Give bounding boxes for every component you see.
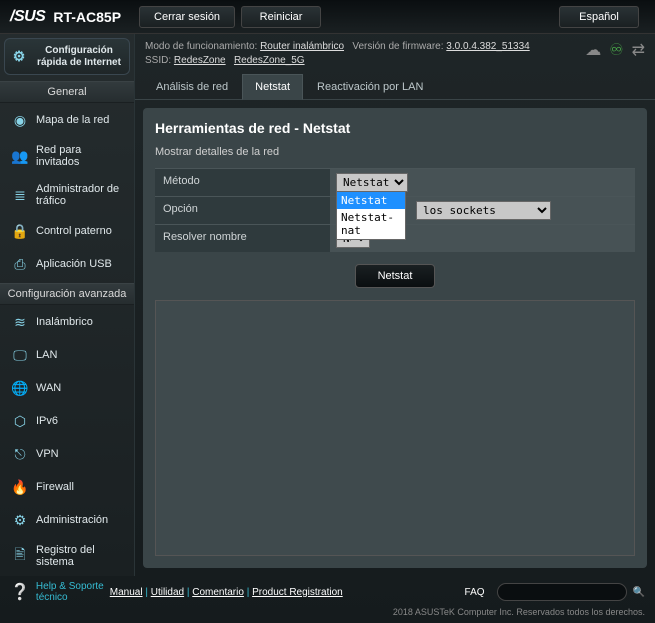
cloud-icon[interactable]: ☁ (585, 40, 601, 62)
ssid-label: SSID: (145, 55, 171, 66)
faq-label: FAQ (465, 587, 485, 598)
nav-general-icon-0: ◉ (11, 111, 29, 129)
quick-setup-label: Configuración rápida de Internet (34, 45, 124, 68)
nav-adv-lan[interactable]: 🖵 LAN (3, 339, 131, 371)
nav-label: LAN (36, 349, 57, 361)
nav-adv-firewall[interactable]: 🔥 Firewall (3, 471, 131, 503)
nav-adv-administración[interactable]: ⚙ Administración (3, 504, 131, 536)
help-label2: técnico (36, 592, 68, 603)
nav-general-control-paterno[interactable]: 🔒 Control paterno (3, 215, 131, 247)
nav-label: Aplicación USB (36, 258, 112, 270)
nav-adv-registro-del-sistema[interactable]: 🖹 Registro del sistema (3, 537, 131, 575)
nav-adv-wan[interactable]: 🌐 WAN (3, 372, 131, 404)
tab-netstat[interactable]: Netstat (242, 74, 303, 100)
search-input[interactable] (497, 583, 627, 601)
nav-label: Red para invitados (36, 144, 123, 168)
netstat-button[interactable]: Netstat (355, 264, 436, 288)
sidebar: ⚙ Configuración rápida de Internet Gener… (0, 34, 135, 576)
nav-label: IPv6 (36, 415, 58, 427)
ssid2-link[interactable]: RedesZone_5G (234, 55, 305, 66)
nav-general-icon-4: ⎙ (11, 255, 29, 273)
nav-label: Mapa de la red (36, 114, 109, 126)
help-label: Help & Soporte (36, 581, 104, 592)
copyright: 2018 ASUSTeK Computer Inc. Reservados to… (0, 605, 655, 623)
nav-label: Firewall (36, 481, 74, 493)
nav-adv-icon-2: 🌐 (11, 379, 29, 397)
section-advanced: Configuración avanzada (0, 283, 134, 305)
help-icon[interactable]: ❔ (10, 582, 30, 602)
nav-label: VPN (36, 448, 59, 460)
nav-general-mapa-de-la-red[interactable]: ◉ Mapa de la red (3, 104, 131, 136)
manual-link[interactable]: Manual (110, 587, 143, 598)
utility-link[interactable]: Utilidad (151, 587, 184, 598)
nav-general-icon-3: 🔒 (11, 222, 29, 240)
method-option-netstat[interactable]: Netstat (337, 192, 405, 209)
globe-gear-icon: ⚙ (10, 48, 28, 66)
nav-adv-icon-6: ⚙ (11, 511, 29, 529)
method-dropdown[interactable]: Netstat Netstat-nat (336, 191, 406, 240)
mode-link[interactable]: Router inalámbrico (260, 41, 344, 52)
language-button[interactable]: Español (559, 6, 639, 28)
brand-logo: /SUS (10, 8, 45, 26)
method-option-netstat-nat[interactable]: Netstat-nat (337, 209, 405, 239)
productreg-link[interactable]: Product Registration (252, 587, 343, 598)
nav-adv-icon-7: 🖹 (11, 547, 29, 565)
nav-adv-icon-1: 🖵 (11, 346, 29, 364)
quick-setup-button[interactable]: ⚙ Configuración rápida de Internet (4, 38, 130, 75)
ssid1-link[interactable]: RedesZone (174, 55, 226, 66)
option-select[interactable]: los sockets (416, 201, 551, 220)
tab-wol[interactable]: Reactivación por LAN (304, 74, 436, 99)
tab-analysis[interactable]: Análisis de red (143, 74, 241, 99)
reboot-button[interactable]: Reiniciar (241, 6, 321, 28)
search-icon[interactable]: 🔍 (633, 587, 645, 598)
mode-label: Modo de funcionamiento: (145, 41, 257, 52)
chain-icon[interactable]: ♾ (609, 40, 623, 62)
nav-general-icon-2: ≣ (11, 186, 29, 204)
resolve-label: Resolver nombre (155, 225, 330, 252)
output-area (155, 300, 635, 556)
nav-adv-vpn[interactable]: ⎋ VPN (3, 438, 131, 470)
nav-general-administrador-de-tráfico[interactable]: ≣ Administrador de tráfico (3, 176, 131, 214)
nav-adv-icon-3: ⬡ (11, 412, 29, 430)
option-label: Opción (155, 197, 330, 224)
model-name: RT-AC85P (53, 9, 121, 25)
section-general: General (0, 81, 134, 103)
feedback-link[interactable]: Comentario (192, 587, 244, 598)
nav-adv-icon-5: 🔥 (11, 478, 29, 496)
nav-label: Administración (36, 514, 108, 526)
page-title: Herramientas de red - Netstat (155, 120, 635, 136)
nav-general-aplicación-usb[interactable]: ⎙ Aplicación USB (3, 248, 131, 280)
nav-adv-ipv6[interactable]: ⬡ IPv6 (3, 405, 131, 437)
nav-general-icon-1: 👥 (11, 147, 29, 165)
nav-label: WAN (36, 382, 61, 394)
nav-label: Control paterno (36, 225, 112, 237)
nav-adv-inalámbrico[interactable]: ≋ Inalámbrico (3, 306, 131, 338)
nav-adv-icon-0: ≋ (11, 313, 29, 331)
nav-adv-icon-4: ⎋ (11, 445, 29, 463)
fw-link[interactable]: 3.0.0.4.382_51334 (446, 41, 529, 52)
usb-icon[interactable]: ⇄ (632, 40, 645, 62)
nav-label: Administrador de tráfico (36, 183, 123, 207)
page-subhead: Mostrar detalles de la red (155, 146, 635, 158)
nav-label: Inalámbrico (36, 316, 93, 328)
fw-label: Versión de firmware: (352, 41, 443, 52)
nav-general-red-para-invitados[interactable]: 👥 Red para invitados (3, 137, 131, 175)
logout-button[interactable]: Cerrar sesión (139, 6, 235, 28)
nav-label: Registro del sistema (36, 544, 123, 568)
method-select[interactable]: Netstat (336, 173, 408, 192)
method-label: Método (155, 169, 330, 196)
